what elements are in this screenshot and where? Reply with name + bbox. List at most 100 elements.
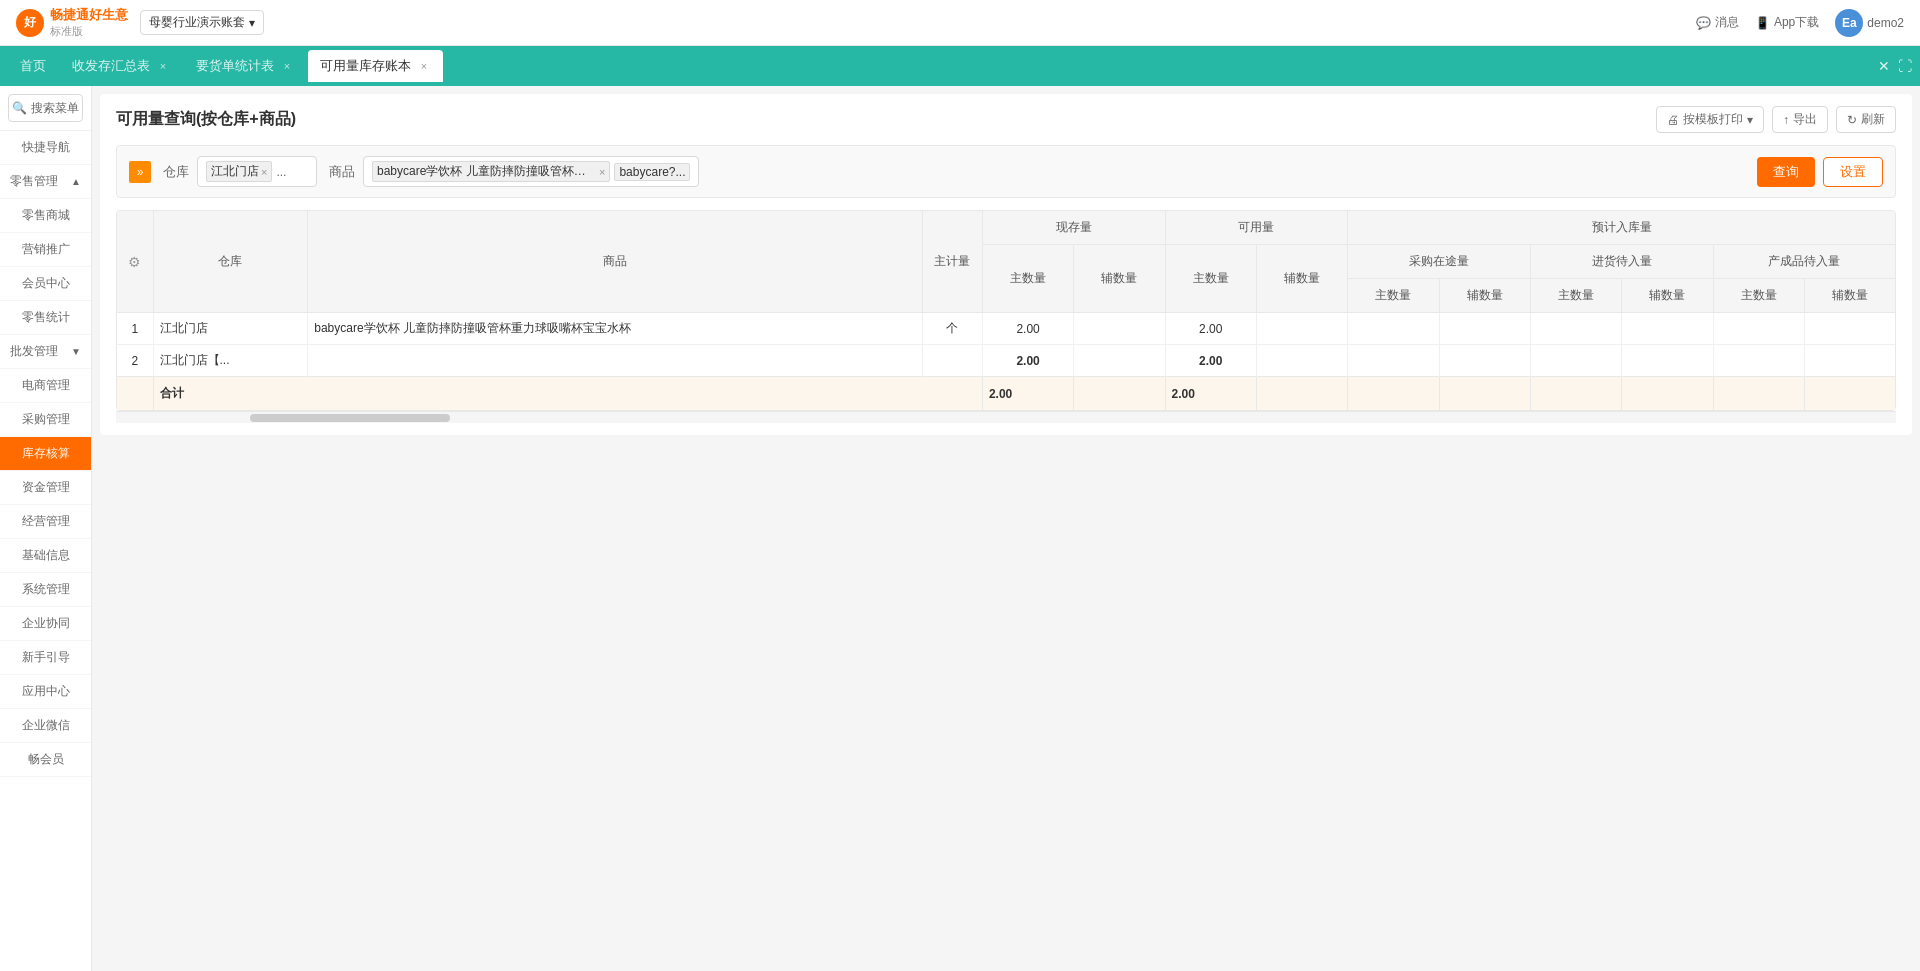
- tab-bar-actions: ✕ ⛶: [1878, 58, 1920, 74]
- data-table: ⚙ 仓库 商品 主计量 现存量 可用量 预计入库量 主数量 辅数量: [117, 211, 1895, 410]
- th-group-incoming: 进货待入量: [1530, 245, 1713, 279]
- sidebar-item-marketing[interactable]: 营销推广: [0, 233, 91, 267]
- filter-area: » 仓库 江北门店 × ... 商品 babycare: [116, 145, 1896, 198]
- gear-icon[interactable]: ⚙: [128, 254, 141, 270]
- th-warehouse: 仓库: [153, 211, 308, 313]
- tab-close-order[interactable]: ×: [280, 59, 294, 73]
- td-avail-aux-1: [1256, 313, 1347, 345]
- td-stock-main-1: 2.00: [982, 313, 1073, 345]
- th-product: 商品: [308, 211, 923, 313]
- th-gear[interactable]: ⚙: [117, 211, 153, 313]
- warehouse-tag: 江北门店 ×: [206, 161, 272, 182]
- sidebar-item-basic[interactable]: 基础信息: [0, 539, 91, 573]
- setting-btn[interactable]: 设置: [1823, 157, 1883, 187]
- tab-home[interactable]: 首页: [8, 50, 58, 82]
- sidebar-item-member[interactable]: 会员中心: [0, 267, 91, 301]
- td-purchase-main-1: [1348, 313, 1439, 345]
- refresh-btn[interactable]: ↻ 刷新: [1836, 106, 1896, 133]
- td-warehouse-1: 江北门店: [153, 313, 308, 345]
- tab-close-receipt[interactable]: ×: [156, 59, 170, 73]
- remove-product-tag-1[interactable]: ×: [599, 166, 605, 178]
- tab-receipt-summary[interactable]: 收发存汇总表 ×: [60, 50, 182, 82]
- export-btn[interactable]: ↑ 导出: [1772, 106, 1828, 133]
- close-all-tabs-icon[interactable]: ✕: [1878, 58, 1890, 74]
- footer-purchase-aux: [1439, 377, 1530, 411]
- product-tag-1: babycare学饮杯 儿童防摔防撞吸管杯重力球吸嘴杯宝宝水杯 ×: [372, 161, 610, 182]
- th-produced-aux: 辅数量: [1805, 279, 1896, 313]
- message-icon: 💬: [1696, 16, 1711, 30]
- warehouse-input[interactable]: 江北门店 × ...: [197, 156, 317, 187]
- td-incoming-aux-2: [1622, 345, 1713, 377]
- sidebar-item-system[interactable]: 系统管理: [0, 573, 91, 607]
- chevron-icon: ▲: [71, 176, 81, 187]
- td-incoming-main-1: [1530, 313, 1621, 345]
- remove-warehouse-tag[interactable]: ×: [261, 166, 267, 178]
- sidebar-item-quick-nav[interactable]: 快捷导航: [0, 131, 91, 165]
- filter-actions: 查询 设置: [1757, 157, 1883, 187]
- sidebar-item-purchase[interactable]: 采购管理: [0, 403, 91, 437]
- footer-produced-aux: [1805, 377, 1896, 411]
- top-bar-right: 💬 消息 📱 App下载 Ea demo2: [1696, 9, 1904, 37]
- horizontal-scrollbar[interactable]: [116, 411, 1896, 423]
- refresh-icon: ↻: [1847, 113, 1857, 127]
- page-title: 可用量查询(按仓库+商品): [116, 109, 296, 130]
- user-menu[interactable]: Ea demo2: [1835, 9, 1904, 37]
- top-bar-left: 好 畅捷通好生意 标准版 母婴行业演示账套 ▾: [16, 7, 264, 38]
- download-icon: 📱: [1755, 16, 1770, 30]
- th-incoming-aux: 辅数量: [1622, 279, 1713, 313]
- footer-label: 合计: [153, 377, 982, 411]
- table-row: 2 江北门店【... 2.00 2.00: [117, 345, 1895, 377]
- page-actions: 🖨 按模板打印 ▾ ↑ 导出 ↻ 刷新: [1656, 106, 1896, 133]
- fullscreen-icon[interactable]: ⛶: [1898, 58, 1912, 74]
- message-btn[interactable]: 💬 消息: [1696, 14, 1739, 31]
- sidebar-item-retail-shop[interactable]: 零售商城: [0, 199, 91, 233]
- sidebar-item-appstore[interactable]: 应用中心: [0, 675, 91, 709]
- td-incoming-main-2: [1530, 345, 1621, 377]
- td-stock-aux-2: [1074, 345, 1165, 377]
- td-produced-aux-2: [1805, 345, 1896, 377]
- content-area: 可用量查询(按仓库+商品) 🖨 按模板打印 ▾ ↑ 导出 ↻ 刷新: [92, 86, 1920, 971]
- export-icon: ↑: [1783, 113, 1789, 127]
- td-warehouse-2: 江北门店【...: [153, 345, 308, 377]
- sidebar-item-retail-stats[interactable]: 零售统计: [0, 301, 91, 335]
- sidebar-item-collab[interactable]: 企业协同: [0, 607, 91, 641]
- footer-produced-main: [1713, 377, 1804, 411]
- td-produced-main-2: [1713, 345, 1804, 377]
- app-logo-icon: 好: [16, 9, 44, 37]
- sidebar-item-inventory[interactable]: 库存核算: [0, 437, 91, 471]
- sidebar-item-finance[interactable]: 资金管理: [0, 471, 91, 505]
- sidebar-item-member2[interactable]: 畅会员: [0, 743, 91, 777]
- sidebar-search-area: 🔍 搜索菜单: [0, 86, 91, 131]
- td-purchase-aux-2: [1439, 345, 1530, 377]
- table-footer-row: 合计 2.00 2.00: [117, 377, 1895, 411]
- product-input[interactable]: babycare学饮杯 儿童防摔防撞吸管杯重力球吸嘴杯宝宝水杯 × babyca…: [363, 156, 699, 187]
- sidebar-item-wechat[interactable]: 企业微信: [0, 709, 91, 743]
- sidebar-item-wholesale[interactable]: 批发管理 ▼: [0, 335, 91, 369]
- th-group-produced: 产成品待入量: [1713, 245, 1895, 279]
- sidebar-item-retail[interactable]: 零售管理 ▲: [0, 165, 91, 199]
- td-stock-aux-1: [1074, 313, 1165, 345]
- filter-expand-btn[interactable]: »: [129, 161, 151, 183]
- warehouse-more[interactable]: ...: [276, 165, 286, 179]
- sidebar-item-ecommerce[interactable]: 电商管理: [0, 369, 91, 403]
- industry-select[interactable]: 母婴行业演示账套 ▾: [140, 10, 264, 35]
- scroll-thumb[interactable]: [250, 414, 450, 422]
- tab-available-stock[interactable]: 可用量库存账本 ×: [308, 50, 443, 82]
- template-print-btn[interactable]: 🖨 按模板打印 ▾: [1656, 106, 1764, 133]
- tab-close-available[interactable]: ×: [417, 59, 431, 73]
- sidebar-item-newbie[interactable]: 新手引导: [0, 641, 91, 675]
- td-avail-main-2: 2.00: [1165, 345, 1256, 377]
- footer-incoming-main: [1530, 377, 1621, 411]
- tab-order-stats[interactable]: 要货单统计表 ×: [184, 50, 306, 82]
- sidebar-item-ops[interactable]: 经营管理: [0, 505, 91, 539]
- sidebar-search-btn[interactable]: 🔍 搜索菜单: [8, 94, 83, 122]
- table-container: ⚙ 仓库 商品 主计量 现存量 可用量 预计入库量 主数量 辅数量: [116, 210, 1896, 411]
- td-produced-main-1: [1713, 313, 1804, 345]
- query-btn[interactable]: 查询: [1757, 157, 1815, 187]
- td-produced-aux-1: [1805, 313, 1896, 345]
- download-btn[interactable]: 📱 App下载: [1755, 14, 1819, 31]
- td-product-2: [308, 345, 923, 377]
- table-row: 1 江北门店 babycare学饮杯 儿童防摔防撞吸管杯重力球吸嘴杯宝宝水杯 个…: [117, 313, 1895, 345]
- td-index-1: 1: [117, 313, 153, 345]
- th-group-planned: 预计入库量: [1348, 211, 1895, 245]
